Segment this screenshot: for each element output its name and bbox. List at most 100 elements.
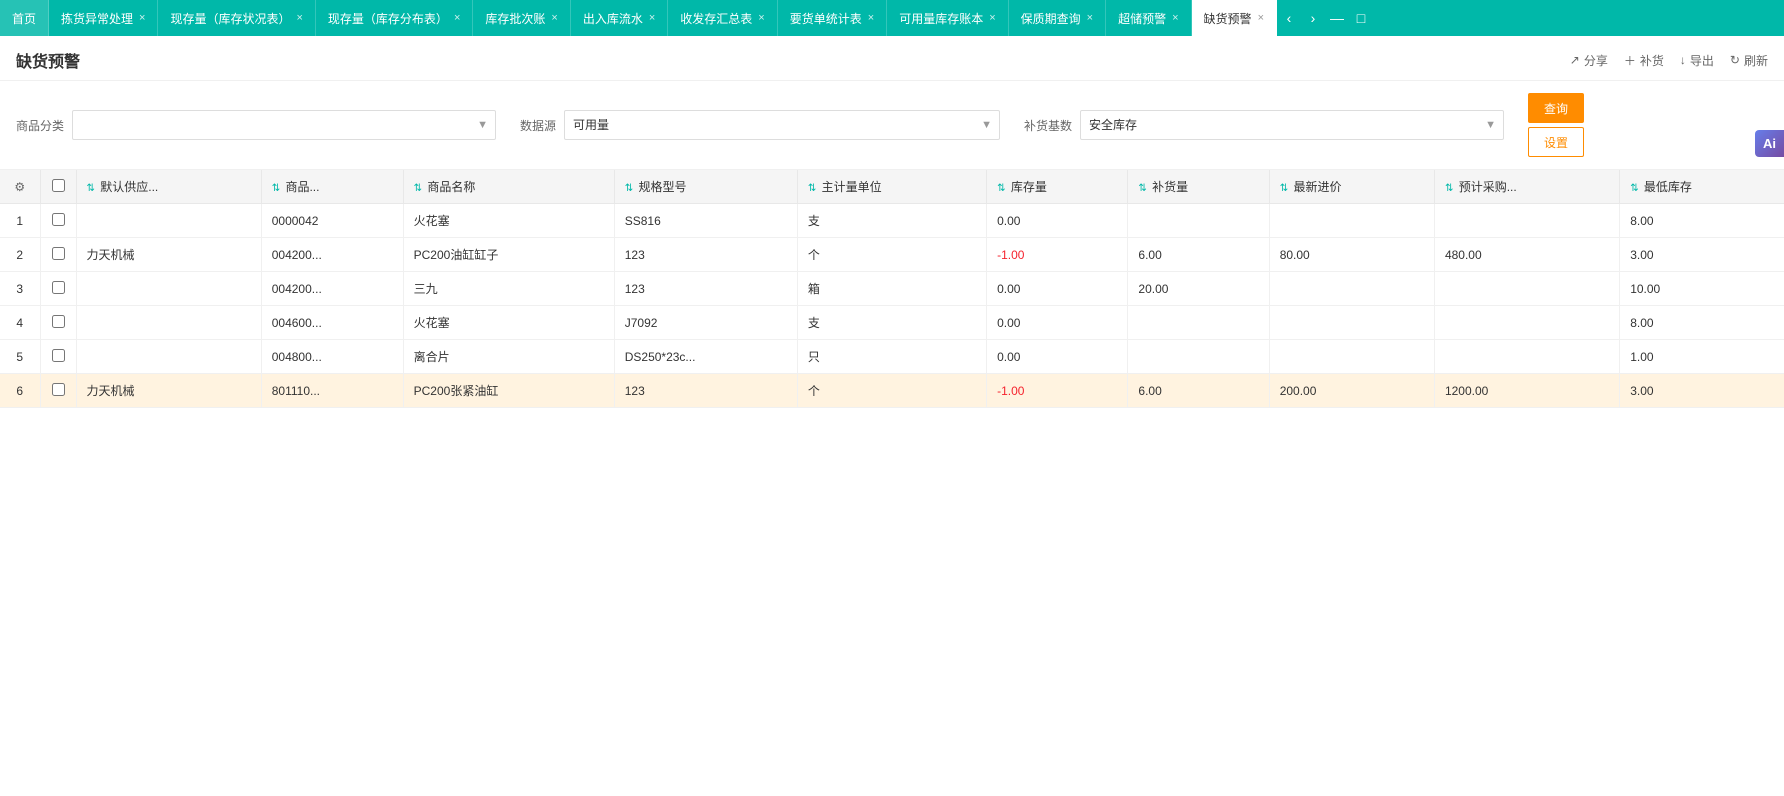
tab-receive-summary[interactable]: 收发存汇总表 × bbox=[668, 0, 777, 36]
tab-close-shortage[interactable]: × bbox=[1258, 12, 1264, 24]
cell-num: 2 bbox=[0, 238, 40, 272]
tab-inout-flow[interactable]: 出入库流水 × bbox=[571, 0, 668, 36]
th-default-supplier: ⇅ 默认供应... bbox=[76, 170, 261, 204]
tab-inventory-dist[interactable]: 现存量（库存分布表） × bbox=[316, 0, 473, 36]
ai-badge[interactable]: Ai bbox=[1755, 130, 1784, 157]
cell-min-stock: 3.00 bbox=[1620, 374, 1784, 408]
tab-shortage[interactable]: 缺货预警 × bbox=[1192, 0, 1277, 36]
row-checkbox[interactable] bbox=[52, 349, 65, 362]
tab-close-inv-dist[interactable]: × bbox=[454, 12, 460, 24]
th-restock-qty: ⇅ 补货量 bbox=[1128, 170, 1269, 204]
tab-inventory-status[interactable]: 现存量（库存状况表） × bbox=[158, 0, 315, 36]
cell-stock-qty: 0.00 bbox=[987, 204, 1128, 238]
category-select[interactable] bbox=[72, 110, 496, 140]
page-header: 缺货预警 ↗ 分享 ＋ 补货 ↓ 导出 ↻ 刷新 bbox=[0, 36, 1784, 81]
cell-code: 004200... bbox=[261, 238, 403, 272]
tab-minimize-btn[interactable]: — bbox=[1325, 0, 1349, 36]
tab-close-inv-status[interactable]: × bbox=[296, 12, 302, 24]
sort-unit-icon[interactable]: ⇅ bbox=[808, 183, 816, 194]
cell-supplier: 力天机械 bbox=[76, 238, 261, 272]
tab-next-btn[interactable]: › bbox=[1301, 0, 1325, 36]
tab-expiry-query[interactable]: 保质期查询 × bbox=[1009, 0, 1106, 36]
sort-spec-icon[interactable]: ⇅ bbox=[625, 183, 633, 194]
th-unit: ⇅ 主计量单位 bbox=[797, 170, 986, 204]
datasource-filter: 数据源 可用量 库存量 ▼ bbox=[520, 110, 1000, 140]
cell-estimated-purchase bbox=[1434, 272, 1619, 306]
cell-estimated-purchase bbox=[1434, 340, 1619, 374]
row-checkbox[interactable] bbox=[52, 247, 65, 260]
tab-close-overstock[interactable]: × bbox=[1172, 12, 1178, 24]
tab-overstock[interactable]: 超储预警 × bbox=[1106, 0, 1191, 36]
cell-checkbox bbox=[40, 374, 76, 408]
cell-name: PC200油缸缸子 bbox=[403, 238, 614, 272]
cell-spec: 123 bbox=[614, 238, 797, 272]
row-checkbox[interactable] bbox=[52, 281, 65, 294]
cell-restock-qty: 6.00 bbox=[1128, 374, 1269, 408]
tab-close-receive[interactable]: × bbox=[758, 12, 764, 24]
share-button[interactable]: ↗ 分享 bbox=[1570, 52, 1608, 69]
cell-min-stock: 8.00 bbox=[1620, 204, 1784, 238]
query-button[interactable]: 查询 bbox=[1528, 93, 1584, 123]
row-checkbox[interactable] bbox=[52, 383, 65, 396]
page-title: 缺货预警 bbox=[16, 48, 80, 72]
tab-close-expiry[interactable]: × bbox=[1087, 12, 1093, 24]
column-settings-icon[interactable]: ⚙ bbox=[14, 180, 25, 194]
tab-close-stale[interactable]: × bbox=[139, 12, 145, 24]
row-checkbox[interactable] bbox=[52, 213, 65, 226]
sort-name-icon[interactable]: ⇅ bbox=[414, 183, 422, 194]
tab-prev-btn[interactable]: ‹ bbox=[1277, 0, 1301, 36]
cell-code: 801110... bbox=[261, 374, 403, 408]
sort-estimated-icon[interactable]: ⇅ bbox=[1445, 183, 1453, 194]
row-checkbox[interactable] bbox=[52, 315, 65, 328]
cell-min-stock: 8.00 bbox=[1620, 306, 1784, 340]
cell-code: 004800... bbox=[261, 340, 403, 374]
tab-order-stats[interactable]: 要货单统计表 × bbox=[778, 0, 887, 36]
sort-stock-icon[interactable]: ⇅ bbox=[997, 183, 1005, 194]
sort-price-icon[interactable]: ⇅ bbox=[1280, 183, 1288, 194]
settings-button[interactable]: 设置 bbox=[1528, 127, 1584, 157]
datasource-select[interactable]: 可用量 库存量 bbox=[564, 110, 1000, 140]
tab-maximize-btn[interactable]: □ bbox=[1349, 0, 1373, 36]
cell-supplier: 力天机械 bbox=[76, 374, 261, 408]
cell-num: 5 bbox=[0, 340, 40, 374]
table-header-row: ⚙ ⇅ 默认供应... ⇅ 商品... ⇅ 商品名称 bbox=[0, 170, 1784, 204]
refresh-button[interactable]: ↻ 刷新 bbox=[1730, 52, 1768, 69]
tab-stale-exception[interactable]: 拣货异常处理 × bbox=[49, 0, 158, 36]
th-stock-qty: ⇅ 库存量 bbox=[987, 170, 1128, 204]
datasource-select-wrapper: 可用量 库存量 ▼ bbox=[564, 110, 1000, 140]
sort-restock-icon[interactable]: ⇅ bbox=[1138, 183, 1146, 194]
export-button[interactable]: ↓ 导出 bbox=[1680, 52, 1714, 69]
cell-unit: 个 bbox=[797, 238, 986, 272]
cell-latest-price bbox=[1269, 306, 1434, 340]
cell-spec: 123 bbox=[614, 272, 797, 306]
cell-estimated-purchase: 480.00 bbox=[1434, 238, 1619, 272]
export-icon: ↓ bbox=[1680, 53, 1686, 67]
cell-name: PC200张紧油缸 bbox=[403, 374, 614, 408]
restock-base-select[interactable]: 安全库存 最低库存 bbox=[1080, 110, 1504, 140]
th-product-code: ⇅ 商品... bbox=[261, 170, 403, 204]
tab-available-ledger[interactable]: 可用量库存账本 × bbox=[887, 0, 1008, 36]
cell-stock-qty: 0.00 bbox=[987, 272, 1128, 306]
sort-min-icon[interactable]: ⇅ bbox=[1630, 183, 1638, 194]
cell-num: 6 bbox=[0, 374, 40, 408]
tab-home[interactable]: 首页 bbox=[0, 0, 49, 36]
cell-restock-qty: 20.00 bbox=[1128, 272, 1269, 306]
table-body: 1 0000042 火花塞 SS816 支 0.00 8.00 2 力天机械 0… bbox=[0, 204, 1784, 408]
restock-button[interactable]: ＋ 补货 bbox=[1624, 52, 1664, 69]
tab-close-avail[interactable]: × bbox=[989, 12, 995, 24]
tab-close-order[interactable]: × bbox=[868, 12, 874, 24]
tab-close-inout[interactable]: × bbox=[649, 12, 655, 24]
category-select-wrapper: ▼ bbox=[72, 110, 496, 140]
cell-unit: 只 bbox=[797, 340, 986, 374]
sort-code-icon[interactable]: ⇅ bbox=[272, 183, 280, 194]
tab-batch-account[interactable]: 库存批次账 × bbox=[473, 0, 570, 36]
cell-supplier bbox=[76, 306, 261, 340]
table-row: 6 力天机械 801110... PC200张紧油缸 123 个 -1.00 6… bbox=[0, 374, 1784, 408]
datasource-label: 数据源 bbox=[520, 117, 556, 134]
tab-close-batch[interactable]: × bbox=[551, 12, 557, 24]
cell-stock-qty: 0.00 bbox=[987, 306, 1128, 340]
select-all-checkbox[interactable] bbox=[52, 179, 65, 192]
sort-supplier-icon[interactable]: ⇅ bbox=[87, 183, 95, 194]
cell-restock-qty bbox=[1128, 306, 1269, 340]
cell-estimated-purchase bbox=[1434, 204, 1619, 238]
